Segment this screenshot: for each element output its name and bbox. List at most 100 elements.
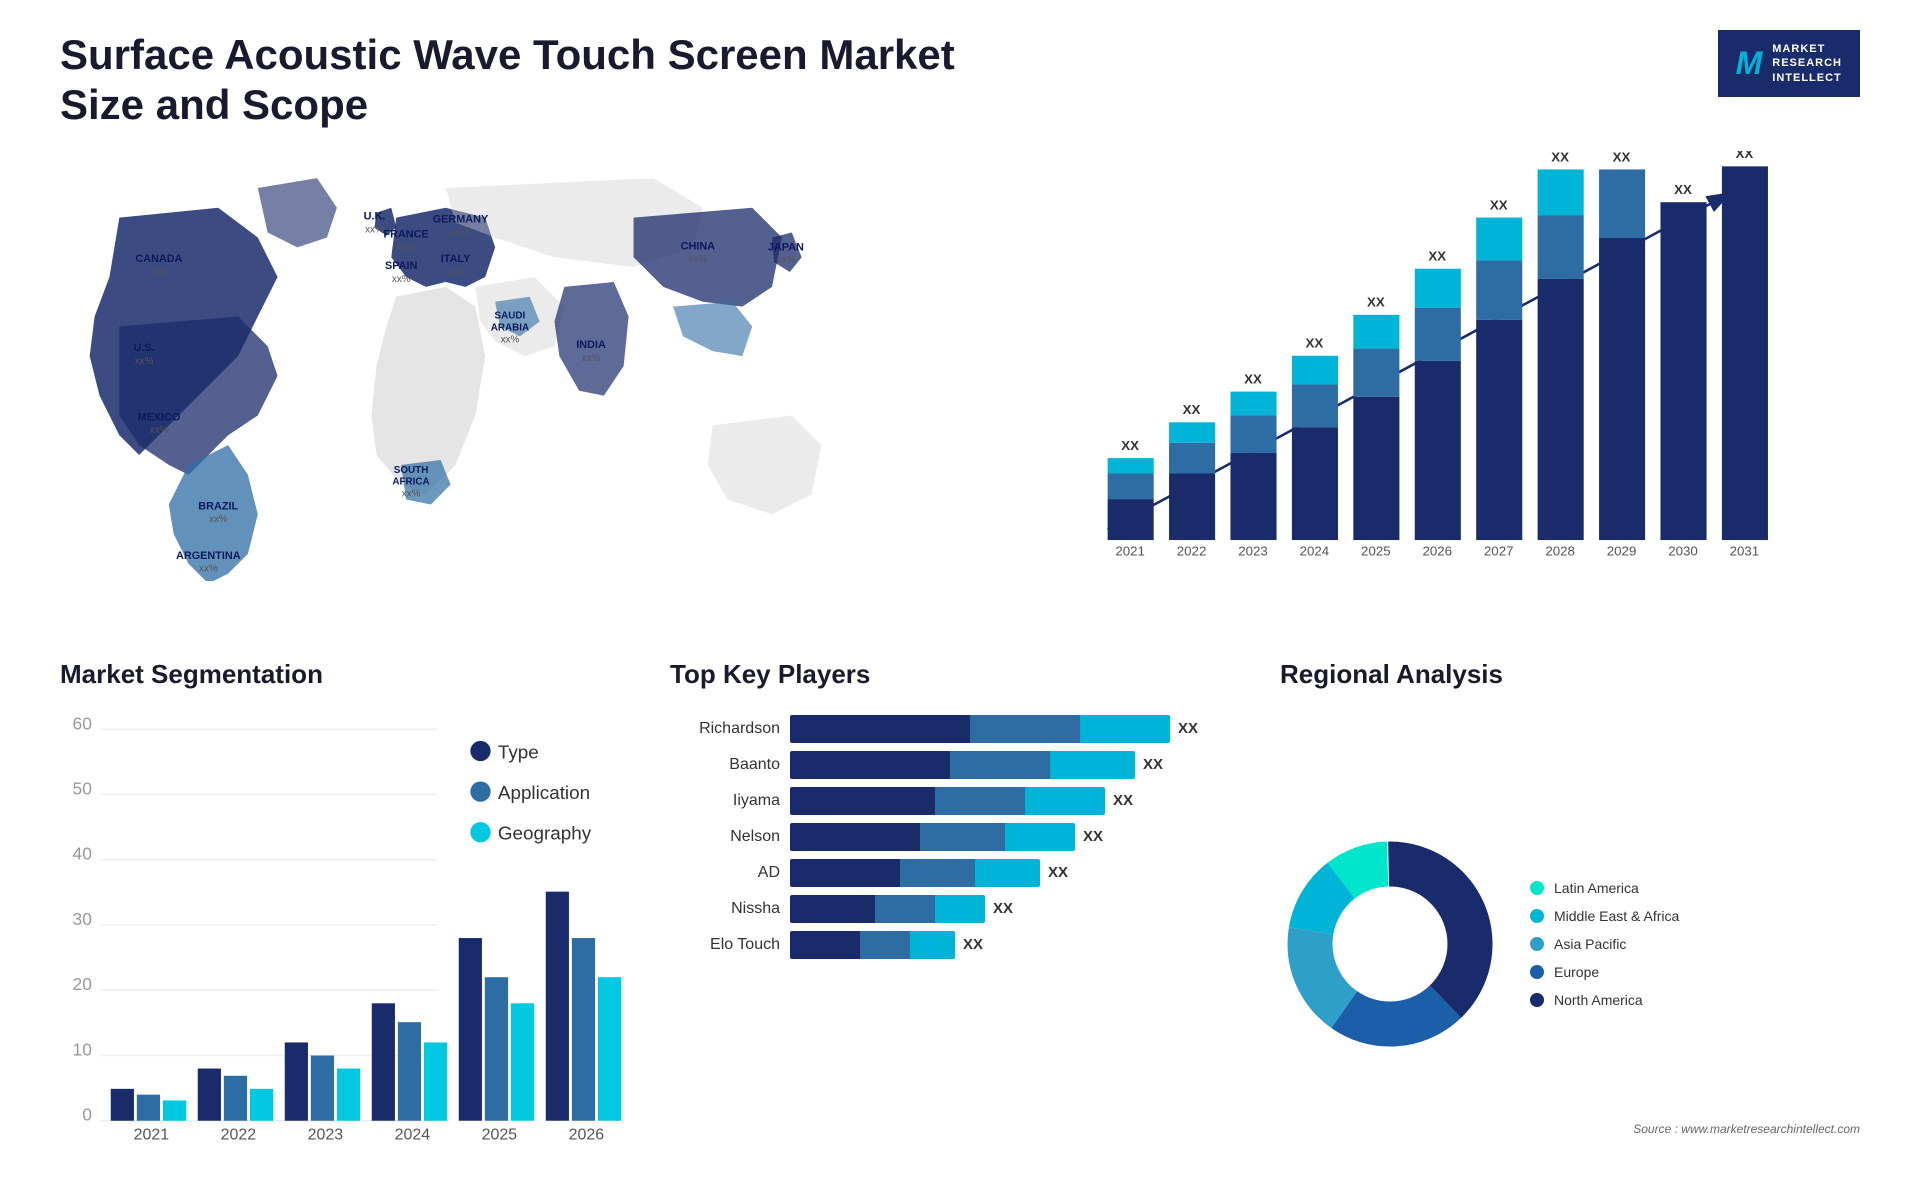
player-row-iiyama: Iiyama XX [670,787,1250,815]
players-section: Top Key Players Richardson XX [670,659,1250,1174]
svg-text:Application: Application [498,782,590,803]
player-value: XX [1048,864,1068,881]
svg-text:2026: 2026 [569,1126,605,1143]
svg-text:2029: 2029 [1607,543,1637,558]
svg-text:MEXICO: MEXICO [137,411,180,423]
svg-text:2024: 2024 [1300,543,1330,558]
svg-text:xx%: xx% [209,514,228,525]
svg-text:2021: 2021 [1115,543,1145,558]
header: Surface Acoustic Wave Touch Screen Marke… [60,30,1860,131]
legend-dot-mea [1530,909,1544,923]
player-value: XX [1083,828,1103,845]
svg-text:xx%: xx% [150,267,169,278]
svg-text:Type: Type [498,741,539,762]
svg-text:xx%: xx% [402,488,421,499]
svg-text:2028: 2028 [1545,543,1575,558]
svg-text:2030: 2030 [1668,543,1698,558]
svg-text:AFRICA: AFRICA [392,476,429,487]
player-bar-container: XX [790,751,1250,779]
player-bar-container: XX [790,931,1250,959]
svg-text:2022: 2022 [1177,543,1207,558]
legend-list: Latin America Middle East & Africa Asia … [1530,880,1679,1008]
svg-text:GERMANY: GERMANY [433,213,489,225]
svg-text:XX: XX [1736,151,1754,161]
svg-text:XX: XX [1244,371,1262,386]
svg-text:XX: XX [1490,197,1508,212]
svg-text:40: 40 [73,844,92,864]
svg-text:XX: XX [1367,294,1385,309]
svg-text:xx%: xx% [501,334,520,345]
svg-text:30: 30 [73,909,92,929]
svg-text:FRANCE: FRANCE [383,228,428,240]
source-text: Source : www.marketresearchintellect.com [1633,1122,1860,1136]
svg-text:xx%: xx% [446,267,465,278]
world-map: CANADA xx% U.S. xx% MEXICO xx% BRAZIL xx… [60,151,950,581]
seg-chart-area: 0 10 20 30 40 50 60 [60,705,640,1174]
player-bar [790,787,1105,815]
regional-section: Regional Analysis [1280,659,1860,1174]
bottom-grid: Market Segmentation 0 10 20 30 40 50 60 [60,659,1860,1079]
svg-text:XX: XX [1183,402,1201,417]
svg-text:U.S.: U.S. [133,342,154,354]
logo-letter: M [1736,45,1763,82]
svg-text:INDIA: INDIA [576,339,606,351]
player-bar [790,823,1075,851]
legend-item-europe: Europe [1530,964,1679,980]
svg-text:JAPAN: JAPAN [768,241,804,253]
svg-text:2024: 2024 [395,1126,431,1143]
svg-text:2025: 2025 [482,1126,518,1143]
svg-text:50: 50 [73,778,92,798]
svg-text:10: 10 [73,1039,92,1059]
svg-text:xx%: xx% [451,227,470,238]
svg-text:2023: 2023 [308,1126,344,1143]
legend-item-asia: Asia Pacific [1530,936,1679,952]
player-name: Richardson [670,720,780,738]
svg-text:20: 20 [73,974,92,994]
legend-dot-asia [1530,937,1544,951]
player-bar-container: XX [790,715,1250,743]
svg-text:CANADA: CANADA [135,253,182,265]
player-row-ad: AD XX [670,859,1250,887]
map-section: CANADA xx% U.S. xx% MEXICO xx% BRAZIL xx… [60,151,950,581]
player-bar [790,859,1040,887]
player-bar [790,931,955,959]
player-bar [790,715,1170,743]
legend-label-na: North America [1554,992,1643,1008]
svg-text:2025: 2025 [1361,543,1391,558]
player-row-eloTouch: Elo Touch XX [670,931,1250,959]
player-name: Elo Touch [670,936,780,954]
svg-text:Geography: Geography [498,822,592,843]
svg-text:xx%: xx% [199,563,218,574]
seg-chart-svg: 0 10 20 30 40 50 60 [60,705,640,1174]
svg-text:ARABIA: ARABIA [491,322,529,333]
chart-section: XX 2021 XX 2022 XX 2023 XX 2024 [970,151,1860,581]
logo-text: MARKET RESEARCH INTELLECT [1772,42,1842,85]
player-bar [790,751,1135,779]
logo: M MARKET RESEARCH INTELLECT [1718,30,1860,97]
legend-item-na: North America [1530,992,1679,1008]
svg-text:U.K.: U.K. [364,210,386,222]
legend-dot-europe [1530,965,1544,979]
regional-title: Regional Analysis [1280,659,1860,690]
legend-label-mea: Middle East & Africa [1554,908,1679,924]
players-title: Top Key Players [670,659,1250,690]
player-value: XX [993,900,1013,917]
player-name: AD [670,864,780,882]
svg-text:xx%: xx% [777,255,796,266]
player-bar [790,895,985,923]
svg-text:2021: 2021 [134,1126,170,1143]
player-bar-container: XX [790,895,1250,923]
svg-text:2026: 2026 [1422,543,1452,558]
svg-text:XX: XX [1551,151,1569,164]
segmentation-title: Market Segmentation [60,659,640,690]
svg-text:SPAIN: SPAIN [385,260,418,272]
donut-container [1280,834,1500,1054]
svg-text:XX: XX [1306,335,1324,350]
legend-dot-latin [1530,881,1544,895]
svg-text:SOUTH: SOUTH [394,465,429,476]
players-list: Richardson XX Baanto [670,715,1250,959]
legend-label-asia: Asia Pacific [1554,936,1626,952]
donut-chart-svg [1280,834,1500,1054]
player-bar-container: XX [790,787,1250,815]
legend-label-europe: Europe [1554,964,1599,980]
